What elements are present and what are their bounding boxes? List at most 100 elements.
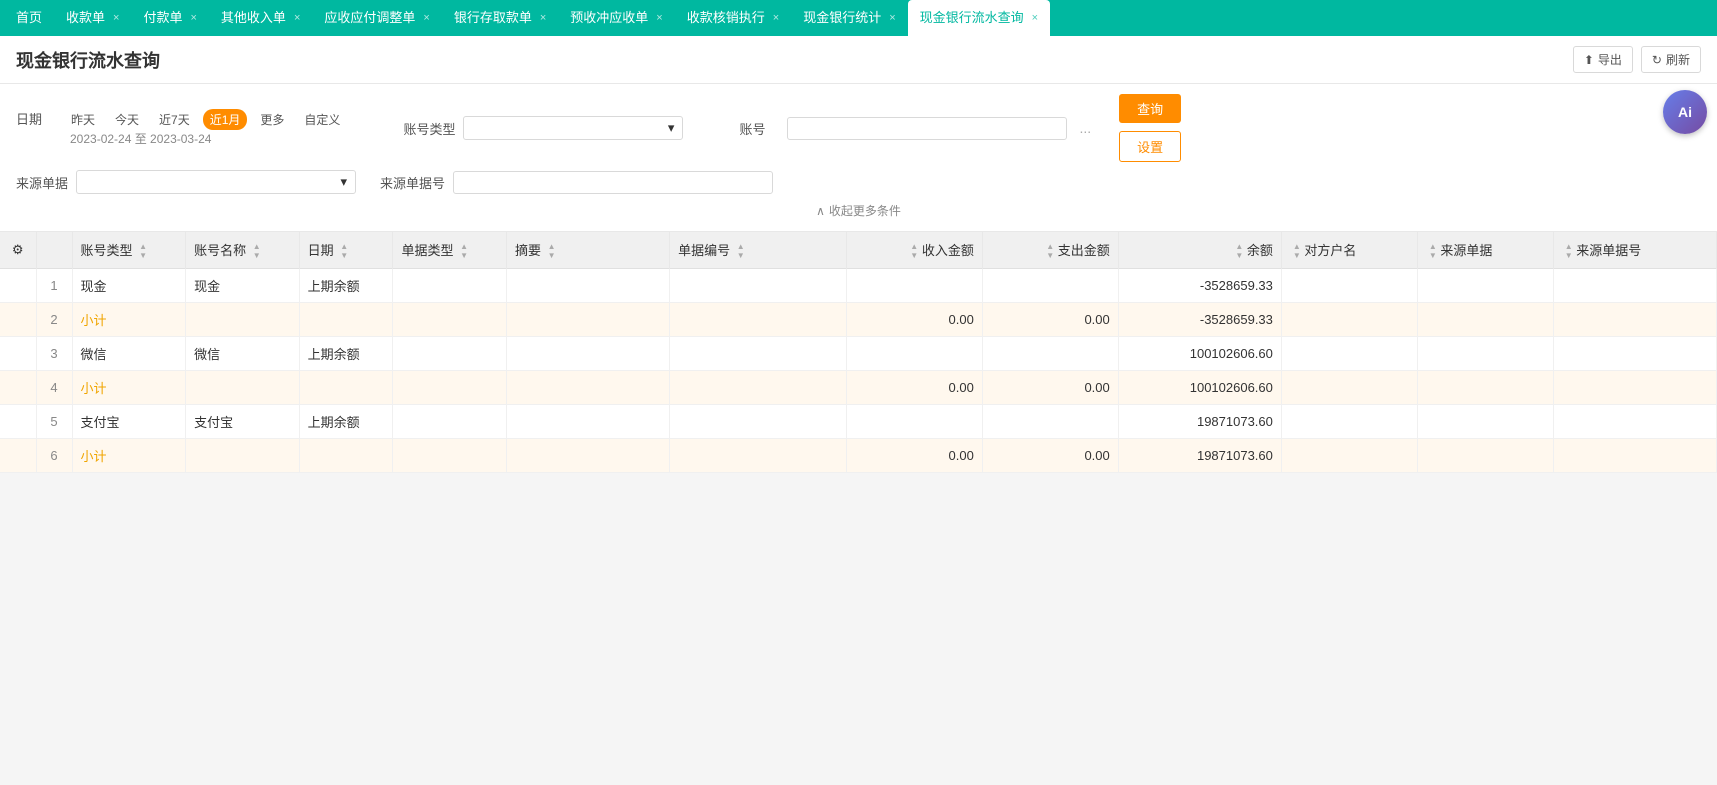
setting-button[interactable]: 设置 — [1119, 131, 1181, 162]
table-row[interactable]: 6小计0.000.0019871073.60 — [0, 439, 1717, 473]
td-balance: 19871073.60 — [1118, 405, 1281, 439]
ai-label: Ai — [1678, 104, 1692, 120]
td-counterpart — [1281, 337, 1417, 371]
nav-item-bank-deposit[interactable]: 银行存取款单 × — [442, 0, 558, 36]
td-checkbox — [0, 303, 36, 337]
td-index: 3 — [36, 337, 72, 371]
th-summary[interactable]: 摘要 ▲▼ — [507, 232, 670, 269]
collapse-bar[interactable]: ∧ 收起更多条件 — [16, 198, 1701, 223]
export-button[interactable]: ⬆ 导出 — [1573, 46, 1633, 73]
source-doc-select[interactable] — [76, 170, 356, 194]
th-income[interactable]: ▲▼ 收入金额 — [846, 232, 982, 269]
th-account-name[interactable]: 账号名称 ▲▼ — [186, 232, 300, 269]
nav-label-other-income: 其他收入单 — [221, 0, 286, 36]
account-input[interactable] — [787, 117, 1067, 140]
nav-close-adjustment[interactable]: × — [423, 0, 429, 36]
td-summary — [507, 405, 670, 439]
td-date: 上期余额 — [299, 405, 393, 439]
nav-close-cashflow[interactable]: × — [1032, 0, 1038, 36]
td-source-doc-no — [1553, 337, 1716, 371]
td-doc-no — [670, 337, 847, 371]
action-buttons: 查询 设置 — [1119, 94, 1181, 162]
td-date: 上期余额 — [299, 337, 393, 371]
th-expense[interactable]: ▲▼ 支出金额 — [982, 232, 1118, 269]
nav-close-payment[interactable]: × — [190, 0, 196, 36]
th-balance[interactable]: ▲▼ 余额 — [1118, 232, 1281, 269]
nav-close-advance[interactable]: × — [656, 0, 662, 36]
th-account-type[interactable]: 账号类型 ▲▼ — [72, 232, 186, 269]
th-date[interactable]: 日期 ▲▼ — [299, 232, 393, 269]
account-ellipsis-icon[interactable]: ... — [1075, 120, 1095, 136]
nav-item-cashflow[interactable]: 现金银行流水查询 × — [908, 0, 1050, 36]
refresh-button[interactable]: ↻ 刷新 — [1641, 46, 1701, 73]
date-opt-7days[interactable]: 近7天 — [152, 109, 197, 130]
table-row[interactable]: 2小计0.000.00-3528659.33 — [0, 303, 1717, 337]
nav-close-receipt[interactable]: × — [113, 0, 119, 36]
nav-item-advance[interactable]: 预收冲应收单 × — [558, 0, 674, 36]
nav-item-stats[interactable]: 现金银行统计 × — [791, 0, 907, 36]
td-income: 0.00 — [846, 439, 982, 473]
td-account-name — [186, 439, 300, 473]
td-index: 2 — [36, 303, 72, 337]
table-body: 1现金现金上期余额-3528659.332小计0.000.00-3528659.… — [0, 269, 1717, 473]
page-header: 现金银行流水查询 ⬆ 导出 ↻ 刷新 — [0, 36, 1717, 84]
nav-item-adjustment[interactable]: 应收应付调整单 × — [312, 0, 441, 36]
td-balance: -3528659.33 — [1118, 269, 1281, 303]
td-account-name — [186, 303, 300, 337]
th-source-doc-no[interactable]: ▲▼ 来源单据号 — [1553, 232, 1716, 269]
td-source-doc-no — [1553, 405, 1716, 439]
source-doc-group: 来源单据 — [16, 170, 356, 194]
nav-close-other-income[interactable]: × — [294, 0, 300, 36]
nav-item-home[interactable]: 首页 — [4, 0, 54, 36]
table-row[interactable]: 1现金现金上期余额-3528659.33 — [0, 269, 1717, 303]
nav-label-writeoff: 收款核销执行 — [687, 0, 765, 36]
td-date — [299, 371, 393, 405]
filter-row-2: 来源单据 来源单据号 — [16, 170, 1701, 194]
td-counterpart — [1281, 303, 1417, 337]
query-button[interactable]: 查询 — [1119, 94, 1181, 123]
table-row[interactable]: 3微信微信上期余额100102606.60 — [0, 337, 1717, 371]
td-source-doc-no — [1553, 269, 1716, 303]
td-checkbox — [0, 269, 36, 303]
td-checkbox — [0, 337, 36, 371]
th-doc-type[interactable]: 单据类型 ▲▼ — [393, 232, 507, 269]
header-actions: ⬆ 导出 ↻ 刷新 — [1573, 46, 1701, 73]
sort-icon-source-doc-no: ▲▼ — [1565, 243, 1573, 260]
ai-badge[interactable]: Ai — [1663, 90, 1707, 134]
td-income — [846, 337, 982, 371]
source-doc-label: 来源单据 — [16, 173, 68, 192]
source-doc-no-input[interactable] — [453, 171, 773, 194]
date-opt-custom[interactable]: 自定义 — [297, 109, 347, 130]
date-opt-today[interactable]: 今天 — [108, 109, 146, 130]
date-opt-yesterday[interactable]: 昨天 — [64, 109, 102, 130]
nav-item-writeoff[interactable]: 收款核销执行 × — [675, 0, 791, 36]
td-index: 4 — [36, 371, 72, 405]
sort-icon-account-type: ▲▼ — [139, 243, 147, 260]
nav-item-receipt[interactable]: 收款单 × — [54, 0, 131, 36]
td-index: 5 — [36, 405, 72, 439]
data-table-container: ⚙ 账号类型 ▲▼ 账号名称 ▲▼ 日期 ▲▼ 单据类型 ▲▼ — [0, 232, 1717, 473]
nav-label-home: 首页 — [16, 0, 42, 36]
nav-item-payment[interactable]: 付款单 × — [131, 0, 208, 36]
nav-close-stats[interactable]: × — [889, 0, 895, 36]
th-counterpart[interactable]: ▲▼ 对方户名 — [1281, 232, 1417, 269]
td-source-doc — [1417, 337, 1553, 371]
td-checkbox — [0, 405, 36, 439]
date-opt-more[interactable]: 更多 — [253, 109, 291, 130]
nav-label-receipt: 收款单 — [66, 0, 105, 36]
th-doc-no[interactable]: 单据编号 ▲▼ — [670, 232, 847, 269]
td-date — [299, 303, 393, 337]
nav-close-bank-deposit[interactable]: × — [540, 0, 546, 36]
nav-label-stats: 现金银行统计 — [803, 0, 881, 36]
nav-item-other-income[interactable]: 其他收入单 × — [209, 0, 312, 36]
nav-close-writeoff[interactable]: × — [773, 0, 779, 36]
td-expense — [982, 405, 1118, 439]
date-opt-1month[interactable]: 近1月 — [203, 109, 248, 130]
th-settings[interactable]: ⚙ — [0, 232, 36, 269]
table-row[interactable]: 4小计0.000.00100102606.60 — [0, 371, 1717, 405]
td-account-type: 小计 — [72, 303, 186, 337]
table-row[interactable]: 5支付宝支付宝上期余额19871073.60 — [0, 405, 1717, 439]
account-type-select[interactable] — [463, 116, 683, 140]
td-summary — [507, 269, 670, 303]
th-source-doc[interactable]: ▲▼ 来源单据 — [1417, 232, 1553, 269]
